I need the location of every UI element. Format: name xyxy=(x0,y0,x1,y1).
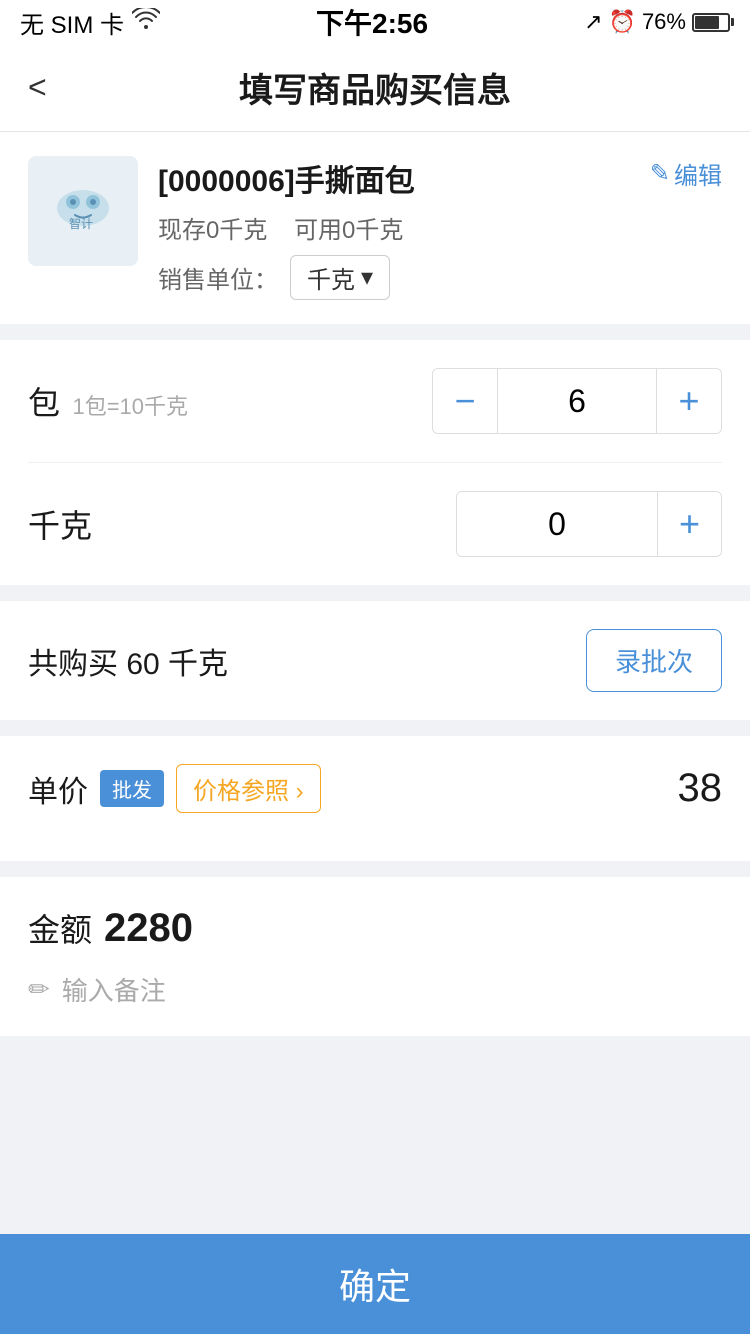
remark-placeholder[interactable]: 输入备注 xyxy=(62,971,166,1008)
alarm-icon: ⏰ xyxy=(609,9,636,35)
amount-row: 金额 2280 xyxy=(28,905,722,951)
price-reference-button[interactable]: 价格参照 › xyxy=(176,764,321,813)
summary-text: 共购买 60 千克 xyxy=(28,639,228,683)
amount-section: 金额 2280 ✏ 输入备注 xyxy=(0,877,750,1036)
bao-label-group: 包 1包=10千克 xyxy=(28,378,188,424)
kg-quantity-input[interactable] xyxy=(457,492,657,556)
back-button[interactable]: < xyxy=(28,69,47,106)
price-row: 单价 批发 价格参照 › 38 xyxy=(28,764,722,813)
page-title: 填写商品购买信息 xyxy=(239,63,511,112)
confirm-button[interactable]: 确定 xyxy=(0,1234,750,1334)
price-label: 单价 xyxy=(28,767,88,811)
bao-quantity-row: 包 1包=10千克 − + xyxy=(0,340,750,462)
spacer xyxy=(0,1143,750,1234)
remark-row[interactable]: ✏ 输入备注 xyxy=(28,971,722,1008)
record-batch-button[interactable]: 录批次 xyxy=(586,629,722,692)
product-stock: 现存0千克 可用0千克 xyxy=(158,210,722,245)
product-logo-icon: 智计 xyxy=(53,180,113,242)
status-time: 下午2:56 xyxy=(316,2,428,42)
bao-label: 包 xyxy=(28,385,60,421)
svg-text:智计: 智计 xyxy=(69,216,93,230)
price-value: 38 xyxy=(678,766,723,811)
content-area: 智计 [0000006]手撕面包 ✎ 编辑 现存0千克 可用0千克 销售单位： xyxy=(0,132,750,1143)
dropdown-arrow-icon: ▾ xyxy=(361,263,373,292)
status-bar: 无 SIM 卡 下午2:56 ↗ ⏰ 76% xyxy=(0,0,750,44)
product-info: [0000006]手撕面包 ✎ 编辑 现存0千克 可用0千克 销售单位： 千克 … xyxy=(158,156,722,300)
pencil-icon: ✏ xyxy=(28,974,50,1005)
summary-row: 共购买 60 千克 录批次 xyxy=(0,601,750,720)
battery-percent: 76% xyxy=(642,9,686,35)
carrier-label: 无 SIM 卡 xyxy=(20,5,124,40)
product-unit-row: 销售单位： 千克 ▾ xyxy=(158,255,722,300)
price-left: 单价 批发 价格参照 › xyxy=(28,764,321,813)
status-left: 无 SIM 卡 xyxy=(20,5,160,40)
nav-bar: < 填写商品购买信息 xyxy=(0,44,750,132)
bao-quantity-input[interactable] xyxy=(497,369,657,433)
kg-quantity-controls: + xyxy=(456,491,722,557)
location-icon: ↗ xyxy=(584,9,602,35)
bao-hint: 1包=10千克 xyxy=(72,394,188,419)
edit-button[interactable]: ✎ 编辑 xyxy=(650,156,722,191)
edit-icon: ✎ xyxy=(650,159,670,188)
wifi-icon xyxy=(132,8,160,37)
unit-selector[interactable]: 千克 ▾ xyxy=(290,255,390,300)
status-right: ↗ ⏰ 76% xyxy=(584,9,730,35)
bao-plus-button[interactable]: + xyxy=(657,369,721,433)
amount-value: 2280 xyxy=(104,906,193,951)
kg-quantity-row: 千克 + xyxy=(0,463,750,585)
kg-plus-button[interactable]: + xyxy=(657,492,721,556)
confirm-btn-label: 确定 xyxy=(339,1258,411,1310)
product-name: [0000006]手撕面包 xyxy=(158,156,415,200)
amount-label: 金额 xyxy=(28,905,92,951)
bao-minus-button[interactable]: − xyxy=(433,369,497,433)
product-card: 智计 [0000006]手撕面包 ✎ 编辑 现存0千克 可用0千克 销售单位： xyxy=(0,132,750,324)
product-image: 智计 xyxy=(28,156,138,266)
price-type-tag: 批发 xyxy=(100,770,164,807)
price-section: 单价 批发 价格参照 › 38 xyxy=(0,736,750,861)
summary-section: 共购买 60 千克 录批次 xyxy=(0,601,750,720)
bao-quantity-controls: − + xyxy=(432,368,722,434)
quantity-section: 包 1包=10千克 − + 千克 + xyxy=(0,340,750,585)
battery-icon xyxy=(692,13,730,32)
kg-label: 千克 xyxy=(28,501,92,547)
